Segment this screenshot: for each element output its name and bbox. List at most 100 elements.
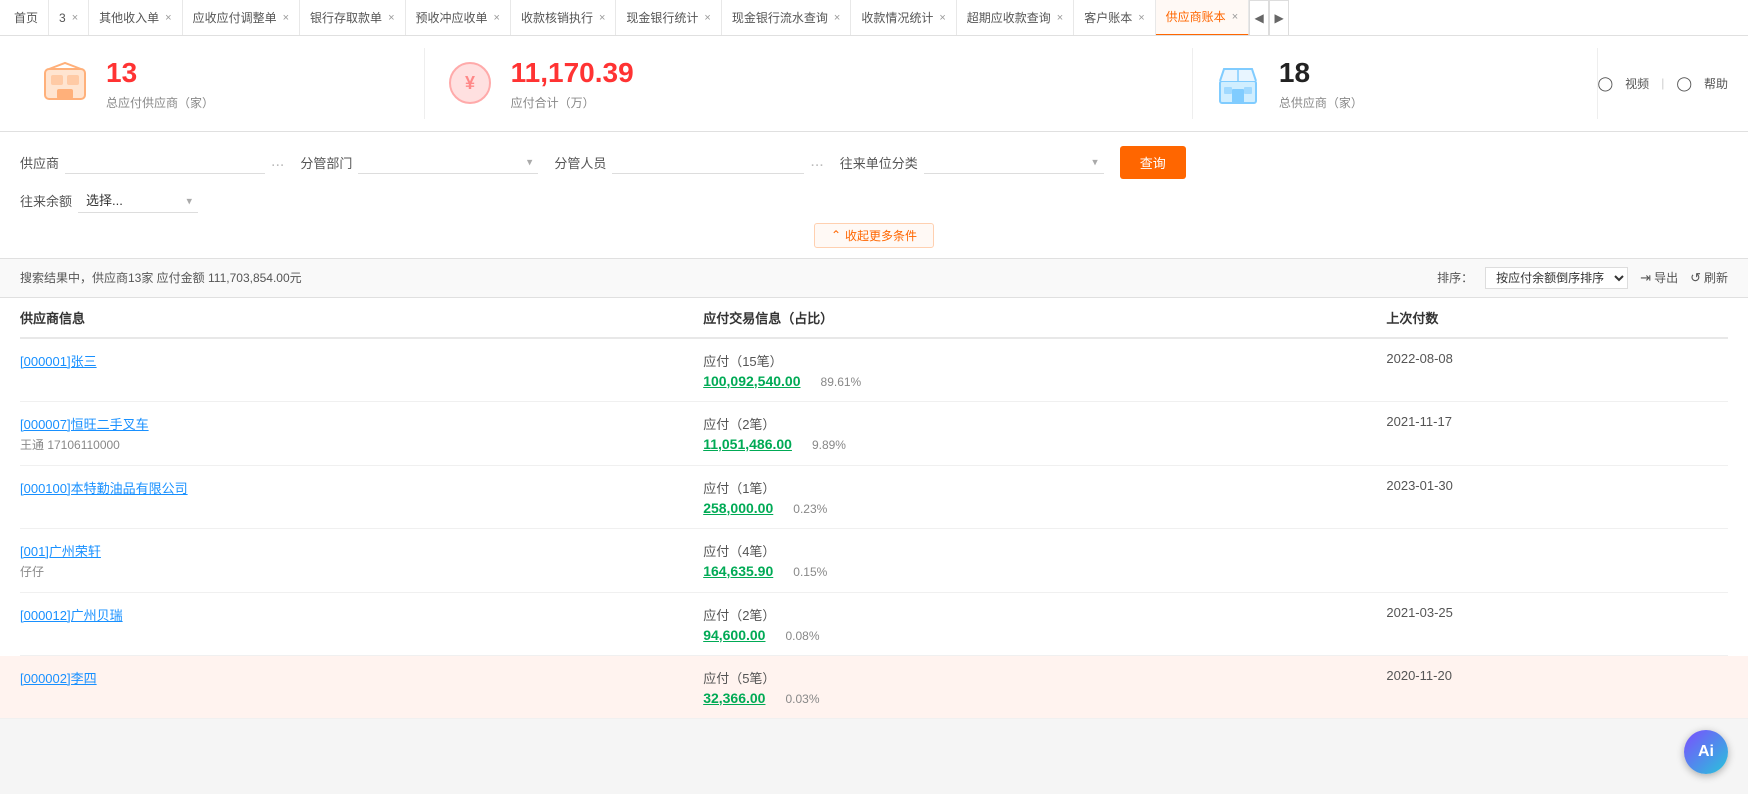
supplier-link[interactable]: [000007]恒旺二手叉车 bbox=[20, 414, 703, 433]
supplier-link[interactable]: [000001]张三 bbox=[20, 351, 703, 370]
tab-prepay-close[interactable]: × bbox=[494, 12, 500, 24]
ai-badge[interactable]: Ai bbox=[1684, 730, 1728, 774]
tab-collection[interactable]: 收款核销执行 × bbox=[511, 0, 616, 36]
tab-3[interactable]: 3 × bbox=[49, 0, 89, 36]
supplier-link[interactable]: [000012]广州贝瑞 bbox=[20, 605, 703, 624]
tx-percent: 9.89% bbox=[812, 438, 846, 452]
refresh-button[interactable]: ↺ 刷新 bbox=[1690, 269, 1728, 286]
tx-label: 应付（5笔） bbox=[703, 668, 1386, 687]
tx-amount[interactable]: 258,000.00 bbox=[703, 500, 773, 516]
tab-overdue-close[interactable]: × bbox=[1057, 12, 1063, 24]
supplier-link[interactable]: [000002]李四 bbox=[20, 668, 703, 687]
filter-balance: 往来余额 选择... ▾ bbox=[20, 189, 198, 213]
stat-total-payable-value: 11,170.39 bbox=[511, 56, 634, 90]
filter-category-label: 往来单位分类 bbox=[840, 153, 918, 172]
balance-select[interactable]: 选择... bbox=[78, 189, 198, 213]
export-button[interactable]: ⇥ 导出 bbox=[1640, 269, 1678, 286]
tx-percent: 0.15% bbox=[793, 565, 827, 579]
tab-bank-deposit[interactable]: 银行存取款单 × bbox=[300, 0, 405, 36]
tx-amount[interactable]: 164,635.90 bbox=[703, 563, 773, 579]
tab-supplier-ledger[interactable]: 供应商账本 × bbox=[1156, 0, 1249, 36]
tab-ap-adjust[interactable]: 应收应付调整单 × bbox=[183, 0, 300, 36]
tab-overdue[interactable]: 超期应收款查询 × bbox=[957, 0, 1074, 36]
tx-label: 应付（2笔） bbox=[703, 414, 1386, 433]
tab-overdue-label: 超期应收款查询 bbox=[967, 9, 1051, 26]
table-row: [000100]本特勤油品有限公司 应付（1笔） 258,000.00 0.23… bbox=[20, 466, 1728, 529]
tab-other-income[interactable]: 其他收入单 × bbox=[89, 0, 182, 36]
video-link[interactable]: 视频 bbox=[1625, 75, 1649, 92]
tx-amount[interactable]: 94,600.00 bbox=[703, 627, 765, 643]
supplier-info-cell: [000002]李四 bbox=[20, 668, 703, 687]
category-select[interactable] bbox=[924, 150, 1104, 174]
chevron-up-icon: ⌃ bbox=[831, 228, 841, 242]
query-button[interactable]: 查询 bbox=[1120, 146, 1186, 179]
collapse-button[interactable]: ⌃ 收起更多条件 bbox=[814, 223, 934, 248]
last-pay-cell: 2022-08-08 bbox=[1386, 351, 1728, 366]
tab-3-label: 3 bbox=[59, 11, 66, 25]
tab-supplier-ledger-close[interactable]: × bbox=[1232, 11, 1238, 23]
tab-cash-flow-label: 现金银行流水查询 bbox=[732, 9, 828, 26]
tx-label: 应付（15笔） bbox=[703, 351, 1386, 370]
supplier-link[interactable]: [000100]本特勤油品有限公司 bbox=[20, 478, 703, 497]
stat-all-suppliers-label: 总供应商（家） bbox=[1279, 94, 1363, 111]
tab-ap-adjust-close[interactable]: × bbox=[283, 12, 289, 24]
top-nav: 首页 3 × 其他收入单 × 应收应付调整单 × 银行存取款单 × 预收冲应收单… bbox=[0, 0, 1748, 36]
stat-all-suppliers-value: 18 bbox=[1279, 56, 1363, 90]
person-input[interactable] bbox=[612, 150, 804, 174]
nav-next-arrow[interactable]: ▶ bbox=[1269, 0, 1289, 36]
tab-home[interactable]: 首页 bbox=[4, 0, 49, 36]
filter-dept-wrap: ▾ bbox=[358, 150, 538, 174]
supplier-sub: 仔仔 bbox=[20, 563, 703, 580]
tab-prepay[interactable]: 预收冲应收单 × bbox=[406, 0, 511, 36]
nav-prev-arrow[interactable]: ◀ bbox=[1249, 0, 1269, 36]
tab-cash-flow[interactable]: 现金银行流水查询 × bbox=[722, 0, 851, 36]
tx-label: 应付（1笔） bbox=[703, 478, 1386, 497]
supplier-sub: 王通 17106110000 bbox=[20, 436, 703, 453]
tab-customer-ledger-label: 客户账本 bbox=[1084, 9, 1132, 26]
tab-collection-stat[interactable]: 收款情况统计 × bbox=[851, 0, 956, 36]
supplier-link[interactable]: [001]广州荣轩 bbox=[20, 541, 703, 560]
col-tx-info: 应付交易信息（占比） bbox=[703, 308, 1386, 327]
tx-amount[interactable]: 11,051,486.00 bbox=[703, 436, 792, 452]
tx-percent: 0.03% bbox=[785, 692, 819, 706]
table-row: [000012]广州贝瑞 应付（2笔） 94,600.00 0.08% 2021… bbox=[20, 593, 1728, 656]
tx-amount[interactable]: 32,366.00 bbox=[703, 690, 765, 706]
supplier-info-cell: [000012]广州贝瑞 bbox=[20, 605, 703, 624]
tx-info-cell: 应付（15笔） 100,092,540.00 89.61% bbox=[703, 351, 1386, 389]
supplier-input[interactable] bbox=[65, 150, 265, 174]
tab-other-income-close[interactable]: × bbox=[165, 12, 171, 24]
tx-amount[interactable]: 100,092,540.00 bbox=[703, 373, 800, 389]
tab-3-close[interactable]: × bbox=[72, 12, 78, 24]
tab-cash-flow-close[interactable]: × bbox=[834, 12, 840, 24]
tab-collection-close[interactable]: × bbox=[599, 12, 605, 24]
refresh-label: 刷新 bbox=[1704, 269, 1728, 286]
tab-cash-stat-close[interactable]: × bbox=[704, 12, 710, 24]
tab-bank-deposit-label: 银行存取款单 bbox=[310, 9, 382, 26]
tab-supplier-ledger-label: 供应商账本 bbox=[1166, 8, 1226, 25]
tab-customer-ledger-close[interactable]: × bbox=[1138, 12, 1144, 24]
stats-bar: 13 总应付供应商（家） ¥ 11,170.39 应付合计（万） bbox=[0, 36, 1748, 132]
dept-select[interactable] bbox=[358, 150, 538, 174]
help-link[interactable]: 帮助 bbox=[1704, 75, 1728, 92]
tab-ap-adjust-label: 应收应付调整单 bbox=[193, 9, 277, 26]
export-icon: ⇥ bbox=[1640, 270, 1651, 286]
tab-collection-stat-close[interactable]: × bbox=[939, 12, 945, 24]
tab-customer-ledger[interactable]: 客户账本 × bbox=[1074, 0, 1155, 36]
top-right-links: ◯ 视频 | ◯ 帮助 bbox=[1598, 75, 1729, 92]
tx-label: 应付（2笔） bbox=[703, 605, 1386, 624]
collapse-label: 收起更多条件 bbox=[845, 227, 917, 244]
stat-total-suppliers-label: 总应付供应商（家） bbox=[106, 94, 214, 111]
sort-select[interactable]: 按应付余额倒序排序 bbox=[1485, 267, 1628, 289]
tab-cash-stat[interactable]: 现金银行统计 × bbox=[616, 0, 721, 36]
last-pay-cell: 2021-11-17 bbox=[1386, 414, 1728, 429]
stat-total-suppliers-value: 13 bbox=[106, 56, 214, 90]
table-row: [000001]张三 应付（15笔） 100,092,540.00 89.61%… bbox=[20, 339, 1728, 402]
tab-bank-deposit-close[interactable]: × bbox=[388, 12, 394, 24]
store-icon bbox=[1213, 58, 1263, 108]
tab-cash-stat-label: 现金银行统计 bbox=[626, 9, 698, 26]
filter-dept-label: 分管部门 bbox=[300, 153, 352, 172]
filter-dept: 分管部门 ▾ bbox=[300, 150, 538, 174]
tx-info-cell: 应付（1笔） 258,000.00 0.23% bbox=[703, 478, 1386, 516]
supplier-dots-btn[interactable]: ... bbox=[271, 153, 284, 171]
person-dots-btn[interactable]: ... bbox=[810, 153, 823, 171]
